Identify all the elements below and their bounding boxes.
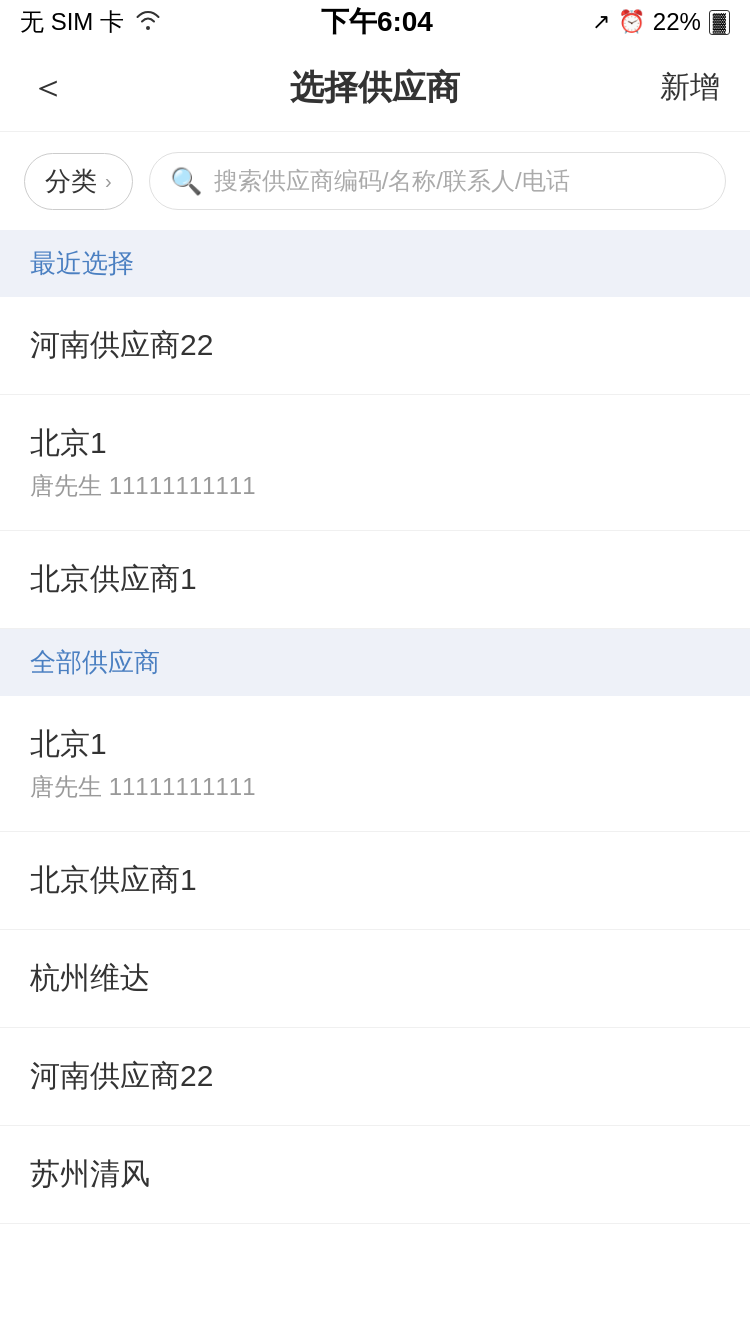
list-item[interactable]: 北京1 唐先生 11111111111 <box>0 696 750 832</box>
list-item[interactable]: 河南供应商22 <box>0 1028 750 1126</box>
list-item[interactable]: 北京1 唐先生 11111111111 <box>0 395 750 531</box>
list-item[interactable]: 河南供应商22 <box>0 297 750 395</box>
battery-icon: ▓ <box>709 10 730 35</box>
list-item[interactable]: 北京供应商1 <box>0 832 750 930</box>
nav-bar: ＜ 选择供应商 新增 <box>0 44 750 132</box>
search-box[interactable]: 🔍 搜索供应商编码/名称/联系人/电话 <box>149 152 726 210</box>
battery-text: 22% <box>653 8 701 36</box>
item-name: 北京1 <box>30 423 720 464</box>
location-icon: ↗ <box>592 9 610 35</box>
status-bar: 无 SIM 卡 下午6:04 ↗ ⏰ 22% ▓ <box>0 0 750 44</box>
category-button[interactable]: 分类 › <box>24 153 133 210</box>
add-button[interactable]: 新增 <box>660 67 720 108</box>
category-label: 分类 <box>45 164 97 199</box>
list-item[interactable]: 杭州维达 <box>0 930 750 1028</box>
item-name: 杭州维达 <box>30 958 720 999</box>
item-name: 河南供应商22 <box>30 1056 720 1097</box>
page-title: 选择供应商 <box>290 65 460 111</box>
recent-section-header: 最近选择 <box>0 230 750 297</box>
carrier-text: 无 SIM 卡 <box>20 6 124 38</box>
all-list: 北京1 唐先生 11111111111 北京供应商1 杭州维达河南供应商22 苏州清风 <box>0 696 750 1224</box>
recent-list: 河南供应商22 北京1 唐先生 11111111111 北京供应商1 <box>0 297 750 629</box>
item-sub: 唐先生 11111111111 <box>30 771 720 803</box>
item-name: 苏州清风 <box>30 1154 720 1195</box>
status-right: ↗ ⏰ 22% ▓ <box>592 8 730 36</box>
item-name: 北京1 <box>30 724 720 765</box>
alarm-icon: ⏰ <box>618 9 645 35</box>
filter-bar: 分类 › 🔍 搜索供应商编码/名称/联系人/电话 <box>0 132 750 230</box>
status-time: 下午6:04 <box>321 3 433 41</box>
chevron-right-icon: › <box>105 170 112 193</box>
list-item[interactable]: 苏州清风 <box>0 1126 750 1224</box>
item-name: 北京供应商1 <box>30 860 720 901</box>
item-name: 北京供应商1 <box>30 559 720 600</box>
search-icon: 🔍 <box>170 166 202 197</box>
item-sub: 唐先生 11111111111 <box>30 470 720 502</box>
search-placeholder: 搜索供应商编码/名称/联系人/电话 <box>214 165 570 197</box>
item-name: 河南供应商22 <box>30 325 720 366</box>
status-left: 无 SIM 卡 <box>20 6 162 38</box>
list-item[interactable]: 北京供应商1 <box>0 531 750 629</box>
back-button[interactable]: ＜ <box>30 63 90 112</box>
all-section-header: 全部供应商 <box>0 629 750 696</box>
wifi-icon <box>134 8 162 36</box>
